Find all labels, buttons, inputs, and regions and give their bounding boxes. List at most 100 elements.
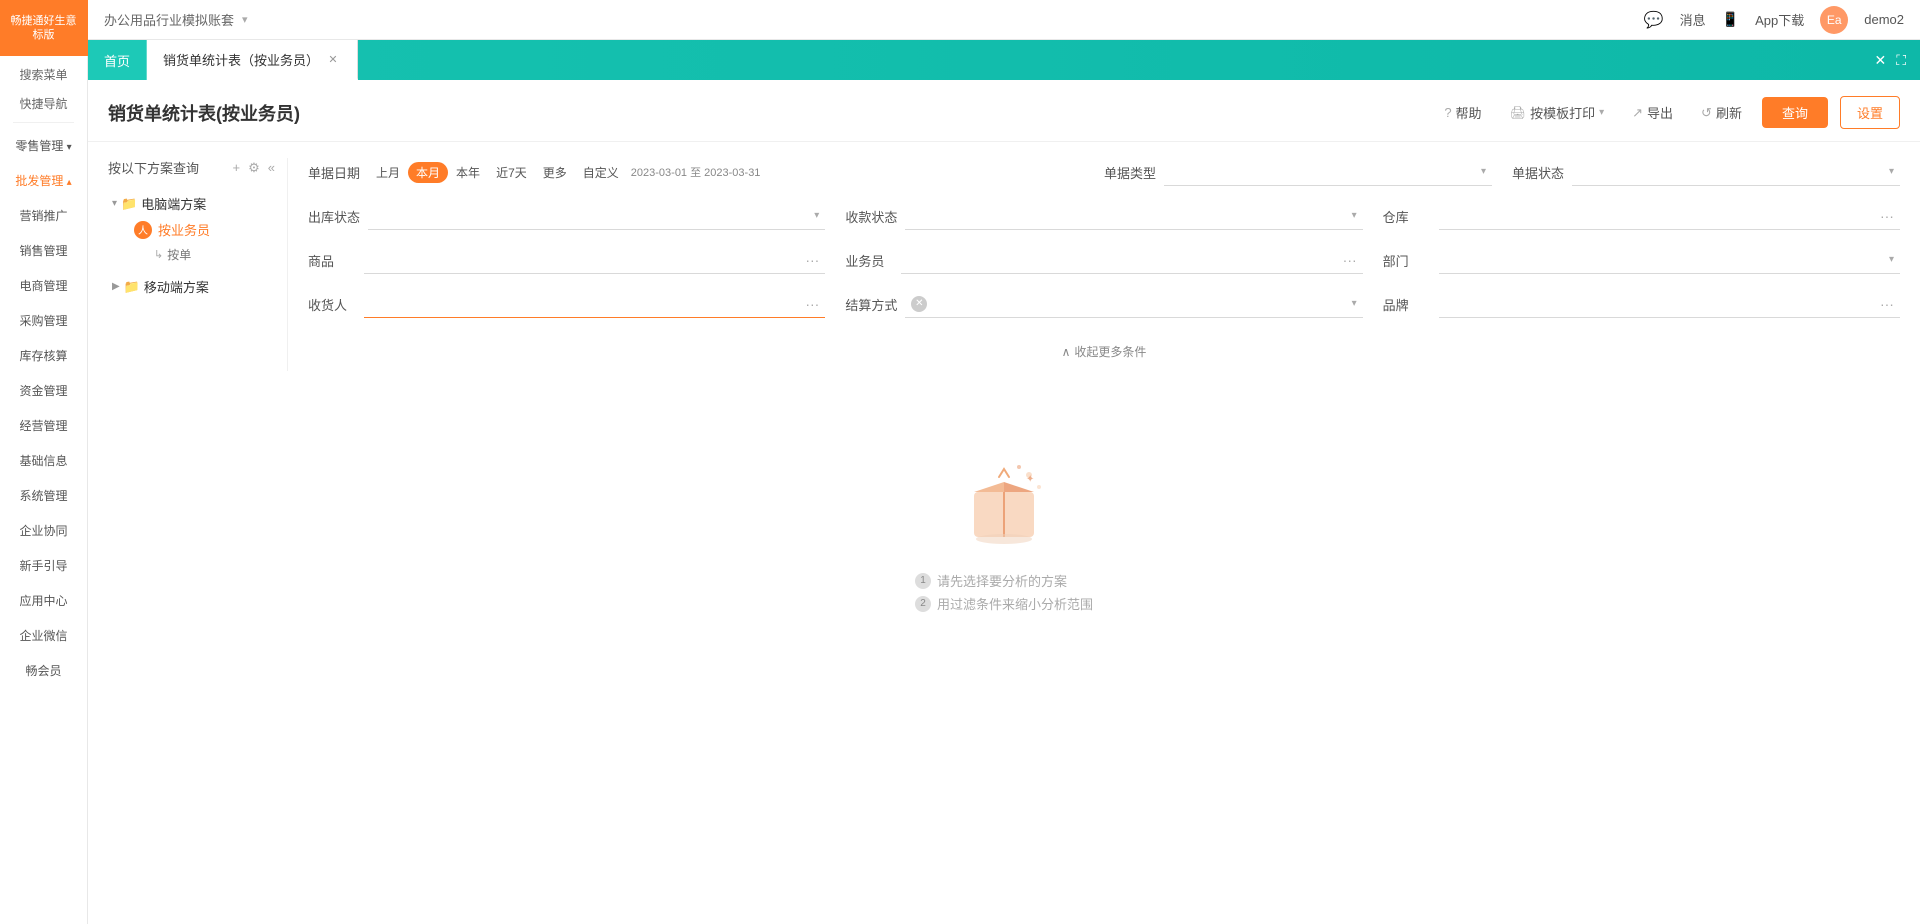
tabbar: 首页 销货单统计表（按业务员） ✕ ✕ ⛶ <box>88 40 1920 80</box>
warehouse-dots-icon[interactable]: ··· <box>1880 208 1894 224</box>
svg-text:✦: ✦ <box>1026 474 1034 485</box>
sidebar-item-newbie[interactable]: 新手引导 <box>0 547 87 582</box>
filter-sidebar-icons: + ⚙ « <box>233 160 275 176</box>
filter-item-outstatus: 出库状态 ▾ <box>308 202 825 230</box>
collapse-button[interactable]: ∧ 收起更多条件 <box>1050 340 1159 363</box>
filter-item-docstatus: 单据状态 ▾ <box>1512 158 1900 186</box>
app-download-label[interactable]: App下载 <box>1755 10 1804 29</box>
sidebar-item-enterprise-wechat[interactable]: 企业微信 <box>0 617 87 652</box>
app-download-icon: 📱 <box>1722 11 1739 28</box>
product-selector-arrow[interactable]: ▾ <box>242 13 248 26</box>
tab-home[interactable]: 首页 <box>88 40 147 80</box>
tree-child: 人 按业务员 ↳ 按单 <box>108 216 275 266</box>
tree-mobile-label[interactable]: ▶ 📁 移动端方案 <box>108 274 275 299</box>
tree-triangle-icon: ▾ <box>112 198 117 209</box>
tree-mobile-text: 移动端方案 <box>144 277 209 296</box>
filter-item-product: 商品 ··· <box>308 246 825 274</box>
product-selector-label[interactable]: 办公用品行业模拟账套 <box>104 10 234 29</box>
sidebar-item-wholesale[interactable]: 批发管理 ▴ <box>0 162 87 197</box>
consignee-control[interactable]: ··· <box>364 290 825 318</box>
receiptstatus-control[interactable]: ▾ <box>905 202 1362 230</box>
sidebar-divider-1 <box>13 122 74 123</box>
docstatus-control[interactable]: ▾ <box>1572 158 1900 186</box>
collapse-sidebar-icon[interactable]: « <box>268 160 275 176</box>
date-btn-custom[interactable]: 自定义 <box>575 162 627 183</box>
date-btn-more[interactable]: 更多 <box>535 162 575 183</box>
doctype-control[interactable]: ▾ <box>1164 158 1492 186</box>
sidebar-search[interactable]: 搜索菜单 <box>0 56 87 89</box>
warehouse-control[interactable]: ··· <box>1439 202 1900 230</box>
outstatus-control[interactable]: ▾ <box>368 202 825 230</box>
user-name[interactable]: demo2 <box>1864 12 1904 27</box>
sidebar-item-inventory[interactable]: 库存核算 <box>0 337 87 372</box>
empty-tips: 1 请先选择要分析的方案 2 用过滤条件来缩小分析范围 <box>915 567 1093 617</box>
date-btn-this-month[interactable]: 本月 <box>408 162 448 183</box>
department-control[interactable]: ▾ <box>1439 246 1900 274</box>
tree-child-item-salesperson[interactable]: 人 按业务员 <box>128 216 275 243</box>
empty-svg: ✦ <box>944 447 1064 547</box>
tab-close-all-icon[interactable]: ✕ <box>1874 52 1886 69</box>
date-btn-last-month[interactable]: 上月 <box>368 162 408 183</box>
add-scheme-icon[interactable]: + <box>233 160 241 176</box>
tab-close-button[interactable]: ✕ <box>325 51 341 67</box>
sidebar-item-ecommerce[interactable]: 电商管理 <box>0 267 87 302</box>
sidebar-item-basic[interactable]: 基础信息 <box>0 442 87 477</box>
tab-expand-icon[interactable]: ⛶ <box>1896 52 1906 69</box>
export-icon: ↗ <box>1632 105 1643 121</box>
sidebar-item-sales[interactable]: 销售管理 <box>0 232 87 267</box>
collapse-arrow-icon: ∧ <box>1062 345 1071 359</box>
salesperson-dots-icon[interactable]: ··· <box>1343 252 1357 268</box>
brand-dots-icon[interactable]: ··· <box>1880 296 1894 312</box>
logo-subtext: 标版 <box>33 28 55 42</box>
setting-button[interactable]: 设置 <box>1840 96 1900 129</box>
print-label: 按模板打印 <box>1530 103 1595 122</box>
sidebar-item-marketing[interactable]: 营销推广 <box>0 197 87 232</box>
query-button[interactable]: 查询 <box>1762 97 1828 128</box>
settlement-label: 结算方式 <box>845 295 897 314</box>
consignee-dots-icon[interactable]: ··· <box>805 296 819 312</box>
filter-panel: 按以下方案查询 + ⚙ « ▾ 📁 电脑端方案 人 <box>88 142 1920 387</box>
tab-sales-stat[interactable]: 销货单统计表（按业务员） ✕ <box>147 40 358 80</box>
date-btn-7days[interactable]: 近7天 <box>488 162 535 183</box>
filter-item-settlement: 结算方式 ✕ ▾ <box>845 290 1362 318</box>
filter-item-salesperson: 业务员 ··· <box>845 246 1362 274</box>
settings-scheme-icon[interactable]: ⚙ <box>248 160 260 176</box>
settlement-control[interactable]: ✕ ▾ <box>905 290 1362 318</box>
mobile-folder-icon: 📁 <box>124 279 140 295</box>
sidebar-item-operations[interactable]: 经营管理 <box>0 407 87 442</box>
logo-text: 畅捷通好生意 <box>11 14 77 28</box>
product-control[interactable]: ··· <box>364 246 825 274</box>
brand-control[interactable]: ··· <box>1439 290 1900 318</box>
sidebar-item-finance[interactable]: 资金管理 <box>0 372 87 407</box>
sidebar-item-purchase[interactable]: 采购管理 <box>0 302 87 337</box>
doctype-label: 单据类型 <box>1104 163 1156 182</box>
refresh-button[interactable]: ↺ 刷新 <box>1693 99 1750 126</box>
print-button[interactable]: 🖨 按模板打印 ▾ <box>1502 99 1613 126</box>
tree-pc-label[interactable]: ▾ 📁 电脑端方案 <box>108 191 275 216</box>
tip-num-2: 2 <box>915 596 931 612</box>
page-actions: ? 帮助 🖨 按模板打印 ▾ ↗ 导出 ↺ 刷新 查询 设置 <box>1436 96 1900 129</box>
avatar[interactable]: Ea <box>1820 6 1848 34</box>
topbar-left: 办公用品行业模拟账套 ▾ <box>104 10 248 29</box>
sidebar-item-member[interactable]: 畅会员 <box>0 652 87 687</box>
export-button[interactable]: ↗ 导出 <box>1624 99 1681 126</box>
sidebar-item-app-center[interactable]: 应用中心 <box>0 582 87 617</box>
sidebar-item-retail[interactable]: 零售管理 ▾ <box>0 127 87 162</box>
chevron-up-icon: ▴ <box>67 177 72 188</box>
message-label[interactable]: 消息 <box>1680 10 1706 29</box>
sidebar-item-system[interactable]: 系统管理 <box>0 477 87 512</box>
help-button[interactable]: ? 帮助 <box>1436 99 1489 126</box>
avatar-text: Ea <box>1827 13 1842 27</box>
chevron-down-icon: ▾ <box>67 142 72 153</box>
settlement-clear-icon[interactable]: ✕ <box>911 296 927 312</box>
salesperson-control[interactable]: ··· <box>901 246 1362 274</box>
product-dots-icon[interactable]: ··· <box>805 252 819 268</box>
topbar-right: 💬 消息 📱 App下载 Ea demo2 <box>1644 6 1904 34</box>
tree-sub-item-doc[interactable]: ↳ 按单 <box>148 243 275 266</box>
filter-row-1: 单据日期 上月 本月 本年 近7天 更多 自定义 2023-03-01 至 20… <box>308 158 1900 186</box>
sidebar-item-enterprise[interactable]: 企业协同 <box>0 512 87 547</box>
date-btn-this-year[interactable]: 本年 <box>448 162 488 183</box>
print-icon: 🖨 <box>1510 105 1527 121</box>
sidebar-quick-nav[interactable]: 快捷导航 <box>0 89 87 118</box>
date-filter-buttons: 上月 本月 本年 近7天 更多 自定义 2023-03-01 至 2023-03… <box>368 162 760 183</box>
